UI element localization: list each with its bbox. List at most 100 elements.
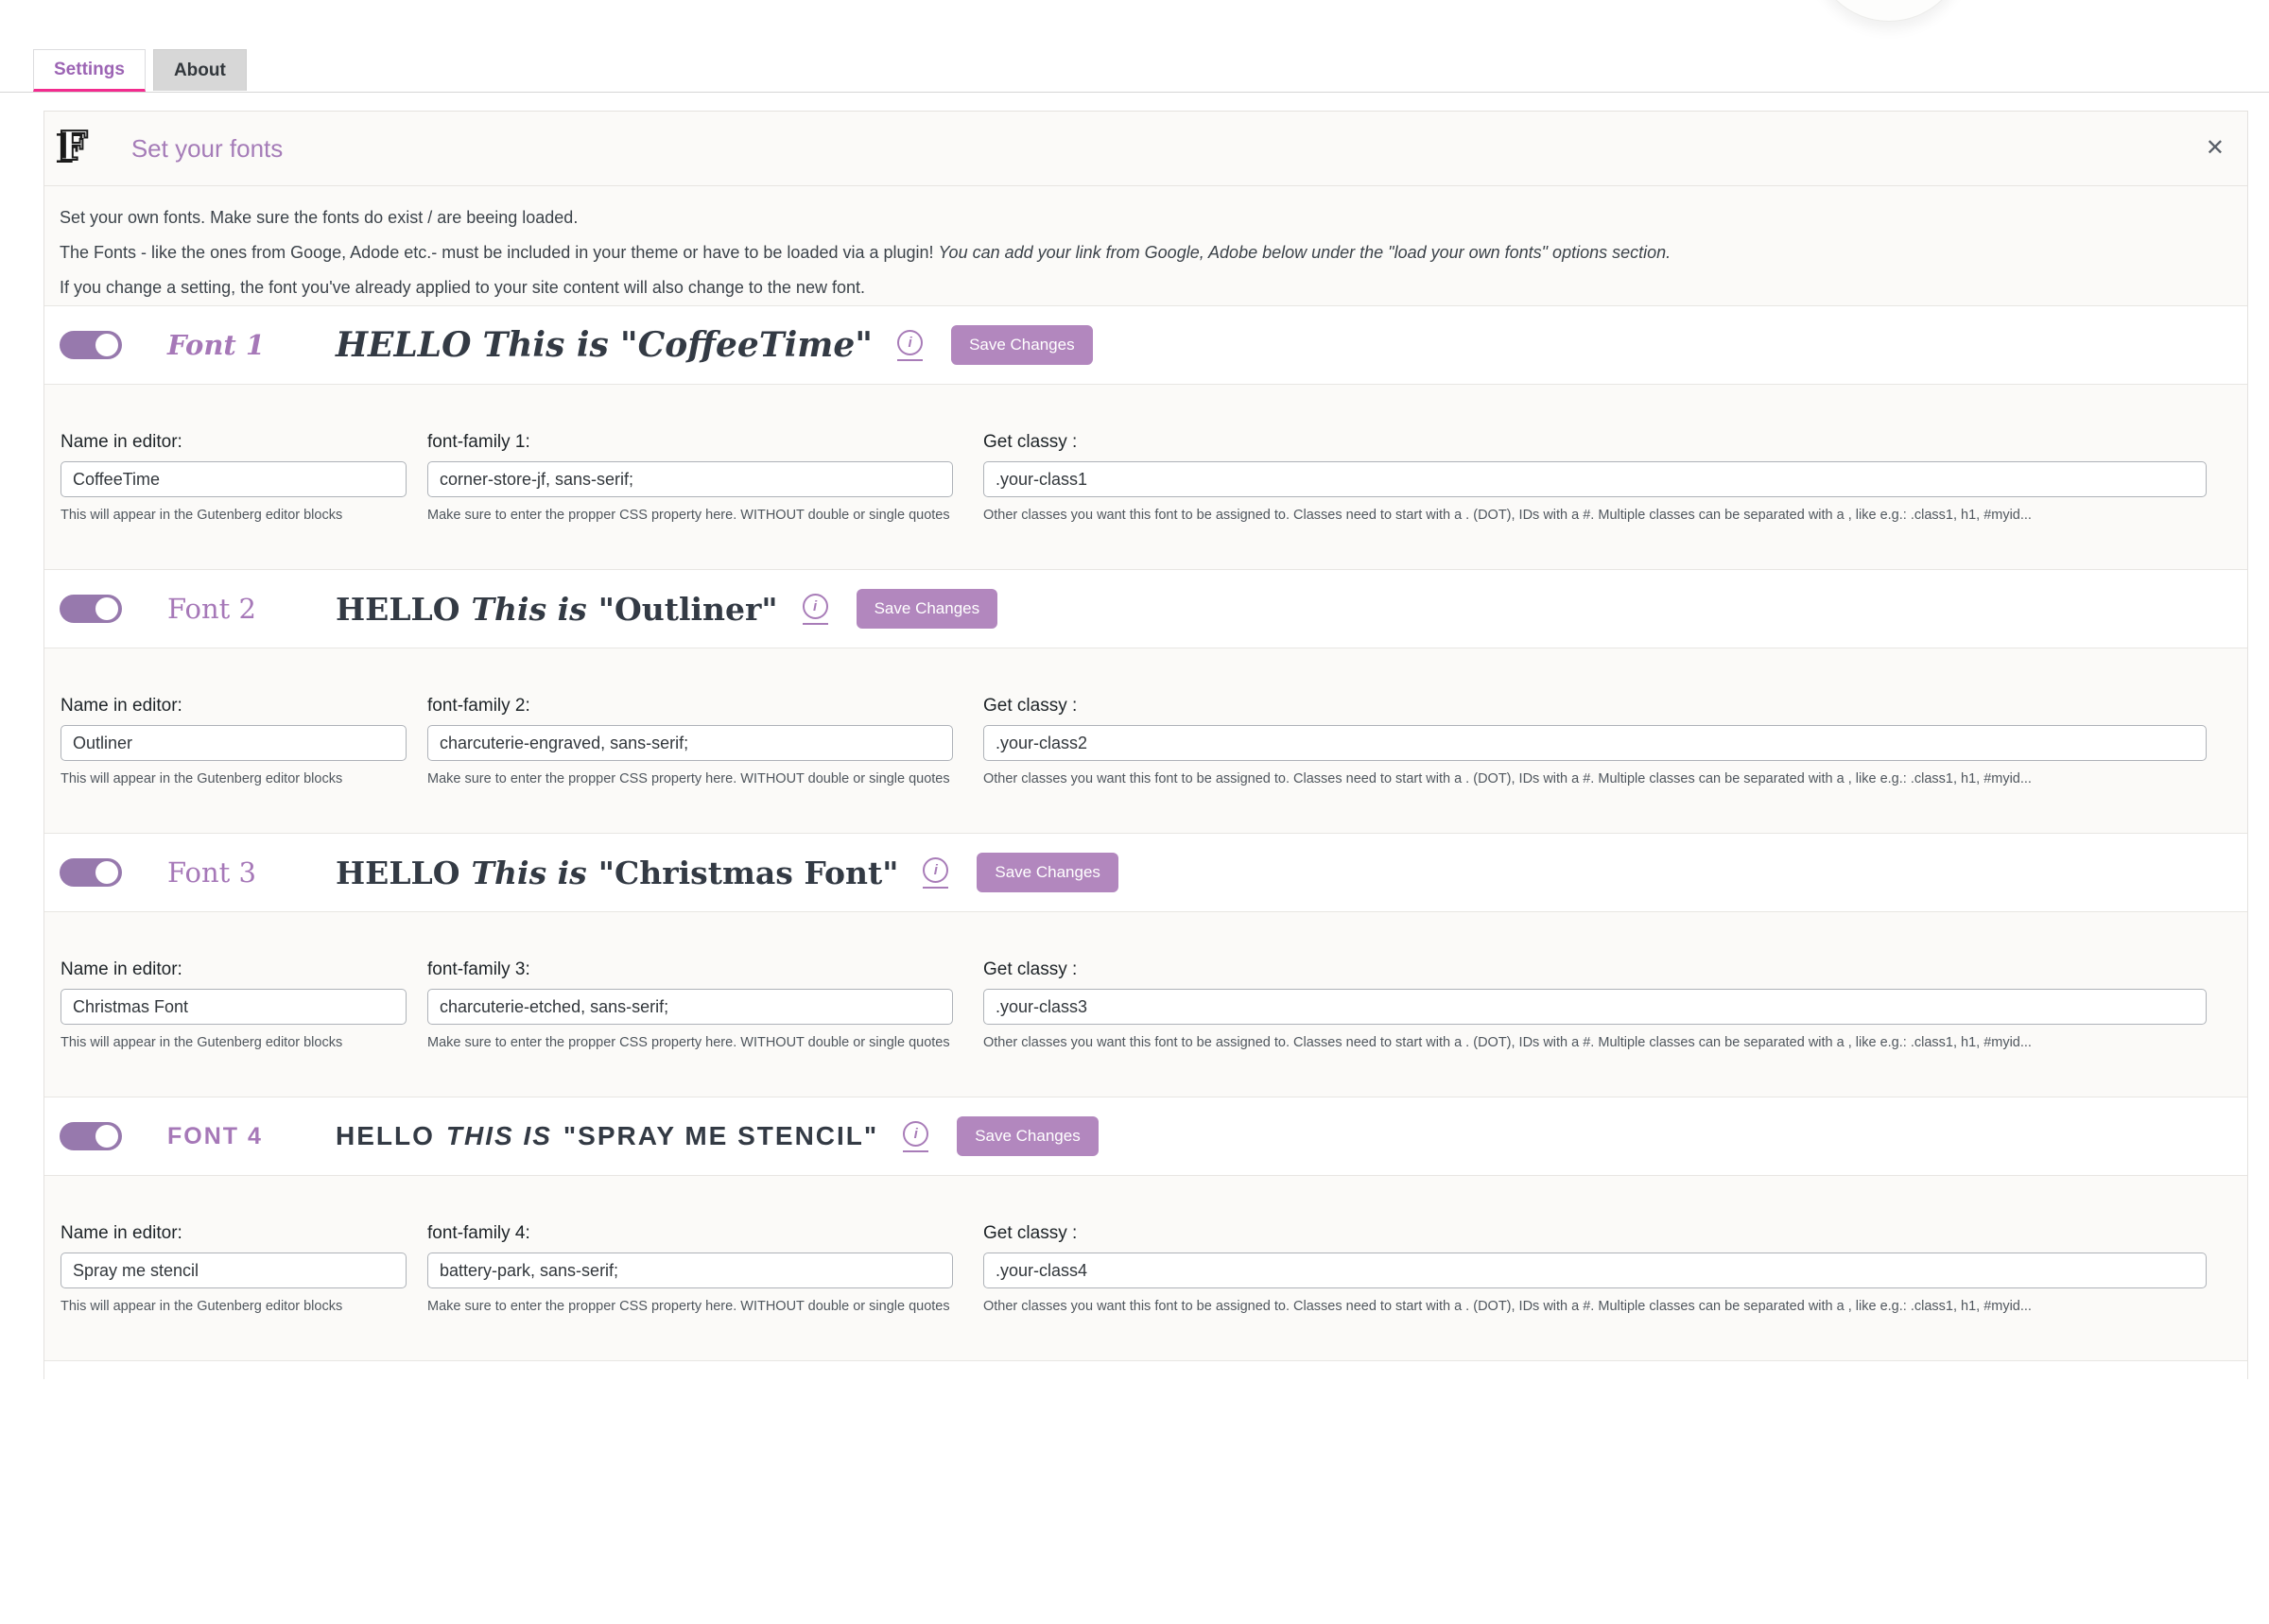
info-icon-glyph: i: [897, 329, 924, 355]
set-your-fonts-panel: F Set your fonts ✕ Set your own fonts. M…: [43, 111, 2248, 1380]
font3-classy-help: Other classes you want this font to be a…: [983, 1035, 2032, 1050]
font4-classy-label: Get classy :: [983, 1223, 1078, 1243]
font3-save-button[interactable]: Save Changes: [977, 853, 1118, 892]
font3-name-input[interactable]: [61, 989, 407, 1025]
font1-preview-hello: HELLO: [336, 325, 472, 365]
font2-preview-name: "Outliner": [598, 590, 778, 628]
font2-classy-input[interactable]: [983, 725, 2207, 761]
font2-family-label: font-family 2:: [427, 696, 530, 716]
panel-header: F Set your fonts ✕: [44, 112, 2247, 186]
tab-settings[interactable]: Settings: [33, 49, 146, 92]
font1-name-help: This will appear in the Gutenberg editor…: [61, 508, 343, 523]
font1-header-row: Font 1 HELLO This is "CoffeeTime" i Save C…: [44, 305, 2247, 385]
font3-info-icon[interactable]: i: [923, 856, 949, 889]
font3-fields: Name in editor: This will appear in the …: [44, 912, 2247, 1097]
page: Settings About F Set your fonts ✕ Set yo…: [0, 0, 2269, 1624]
info-icon-glyph: i: [802, 593, 828, 619]
font3-preview: HELLO This is "Christmas Font": [336, 855, 909, 891]
font2-name-input[interactable]: [61, 725, 407, 761]
font4-fields: Name in editor: This will appear in the …: [44, 1176, 2247, 1360]
close-icon[interactable]: ✕: [2206, 137, 2225, 160]
font2-name-help: This will appear in the Gutenberg editor…: [61, 771, 343, 786]
description-line-2-italic: You can add your link from Google, Adobe…: [938, 243, 1671, 263]
description-line-1: Set your own fonts. Make sure the fonts …: [60, 208, 579, 227]
font2-family-input[interactable]: [427, 725, 953, 761]
font1-family-input[interactable]: [427, 461, 953, 497]
description-line-2: The Fonts - like the ones from Googe, Ad…: [60, 240, 2225, 265]
font1-preview-mid: This is: [482, 325, 609, 365]
description-block: Set your own fonts. Make sure the fonts …: [44, 186, 2247, 305]
font1-fields: Name in editor: This will appear in the …: [44, 385, 2247, 569]
font2-toggle[interactable]: [60, 595, 122, 623]
tab-about[interactable]: About: [152, 49, 247, 91]
font4-preview: HELLO THIS IS "SPRAY ME STENCIL": [336, 1121, 890, 1151]
font2-info-icon[interactable]: i: [802, 593, 828, 625]
font2-toggle-knob: [95, 597, 118, 620]
description-line-2-normal: The Fonts - like the ones from Googe, Ad…: [60, 243, 939, 263]
font4-save-button[interactable]: Save Changes: [957, 1116, 1099, 1156]
font1-name-input[interactable]: [61, 461, 407, 497]
font1-info-icon[interactable]: i: [897, 329, 924, 361]
font4-preview-name: "SPRAY ME STENCIL": [563, 1121, 879, 1150]
font2-preview: HELLO This is "Outliner": [336, 591, 789, 628]
font3-family-help: Make sure to enter the propper CSS prope…: [427, 1035, 950, 1050]
plugin-logo-icon: F: [59, 123, 89, 169]
info-icon-glyph: i: [903, 1120, 929, 1147]
info-icon-glyph: i: [923, 856, 949, 883]
font1-preview-name: "CoffeeTime": [619, 325, 874, 365]
font1-classy-help: Other classes you want this font to be a…: [983, 508, 2032, 523]
font3-classy-label: Get classy :: [983, 959, 1078, 979]
font3-classy-input[interactable]: [983, 989, 2207, 1025]
font4-family-label: font-family 4:: [427, 1223, 530, 1243]
font4-toggle-knob: [95, 1125, 118, 1148]
font3-preview-mid: This is: [471, 854, 587, 891]
description-line-3: If you change a setting, the font you've…: [60, 278, 865, 298]
font1-family-label: font-family 1:: [427, 432, 530, 452]
font3-name-help: This will appear in the Gutenberg editor…: [61, 1035, 343, 1050]
font1-preview: HELLO This is "CoffeeTime": [336, 325, 884, 365]
font2-preview-hello: HELLO: [336, 590, 460, 628]
font1-classy-label: Get classy :: [983, 432, 1078, 452]
font4-info-icon[interactable]: i: [903, 1120, 929, 1152]
font3-preview-hello: HELLO: [336, 854, 460, 891]
font1-toggle[interactable]: [60, 331, 122, 359]
font2-name-label: Name in editor:: [61, 696, 182, 716]
font4-name-label: Name in editor:: [61, 1223, 182, 1243]
font4-preview-mid: THIS IS: [445, 1121, 552, 1150]
font4-name-help: This will appear in the Gutenberg editor…: [61, 1299, 343, 1314]
font4-label: FONT 4: [167, 1122, 263, 1149]
font4-family-help: Make sure to enter the propper CSS prope…: [427, 1299, 950, 1314]
font2-classy-help: Other classes you want this font to be a…: [983, 771, 2032, 786]
font1-save-button[interactable]: Save Changes: [951, 325, 1093, 365]
font3-toggle[interactable]: [60, 858, 122, 887]
font2-fields: Name in editor: This will appear in the …: [44, 648, 2247, 833]
font2-label: Font 2: [167, 593, 256, 625]
font1-label: Font 1: [167, 329, 266, 361]
font3-preview-name: "Christmas Font": [598, 854, 899, 891]
font3-family-input[interactable]: [427, 989, 953, 1025]
font3-toggle-knob: [95, 861, 118, 884]
font1-family-help: Make sure to enter the propper CSS prope…: [427, 508, 950, 523]
font4-preview-hello: HELLO: [336, 1121, 435, 1150]
font4-classy-input[interactable]: [983, 1253, 2207, 1288]
panel-footer: [44, 1360, 2247, 1380]
font1-name-label: Name in editor:: [61, 432, 182, 452]
font3-family-label: font-family 3:: [427, 959, 530, 979]
font2-family-help: Make sure to enter the propper CSS prope…: [427, 771, 950, 786]
font3-label: Font 3: [167, 856, 256, 889]
page-title: Set your fonts: [130, 133, 284, 163]
font3-header-row: Font 3 HELLO This is "Christmas Font" i Sa…: [44, 833, 2247, 912]
font3-name-label: Name in editor:: [61, 959, 182, 979]
font1-classy-input[interactable]: [983, 461, 2207, 497]
font4-classy-help: Other classes you want this font to be a…: [983, 1299, 2032, 1314]
font2-save-button[interactable]: Save Changes: [856, 589, 998, 629]
font1-toggle-knob: [95, 334, 118, 356]
font4-toggle[interactable]: [60, 1122, 122, 1150]
font2-header-row: Font 2 HELLO This is "Outliner" i Save Cha…: [44, 569, 2247, 648]
font2-classy-label: Get classy :: [983, 696, 1078, 716]
font2-preview-mid: This is: [471, 590, 587, 628]
font4-family-input[interactable]: [427, 1253, 953, 1288]
font4-name-input[interactable]: [61, 1253, 407, 1288]
decorative-circle: [1812, 0, 1966, 22]
font4-header-row: FONT 4 HELLO THIS IS "SPRAY ME STENCIL" i …: [44, 1097, 2247, 1176]
